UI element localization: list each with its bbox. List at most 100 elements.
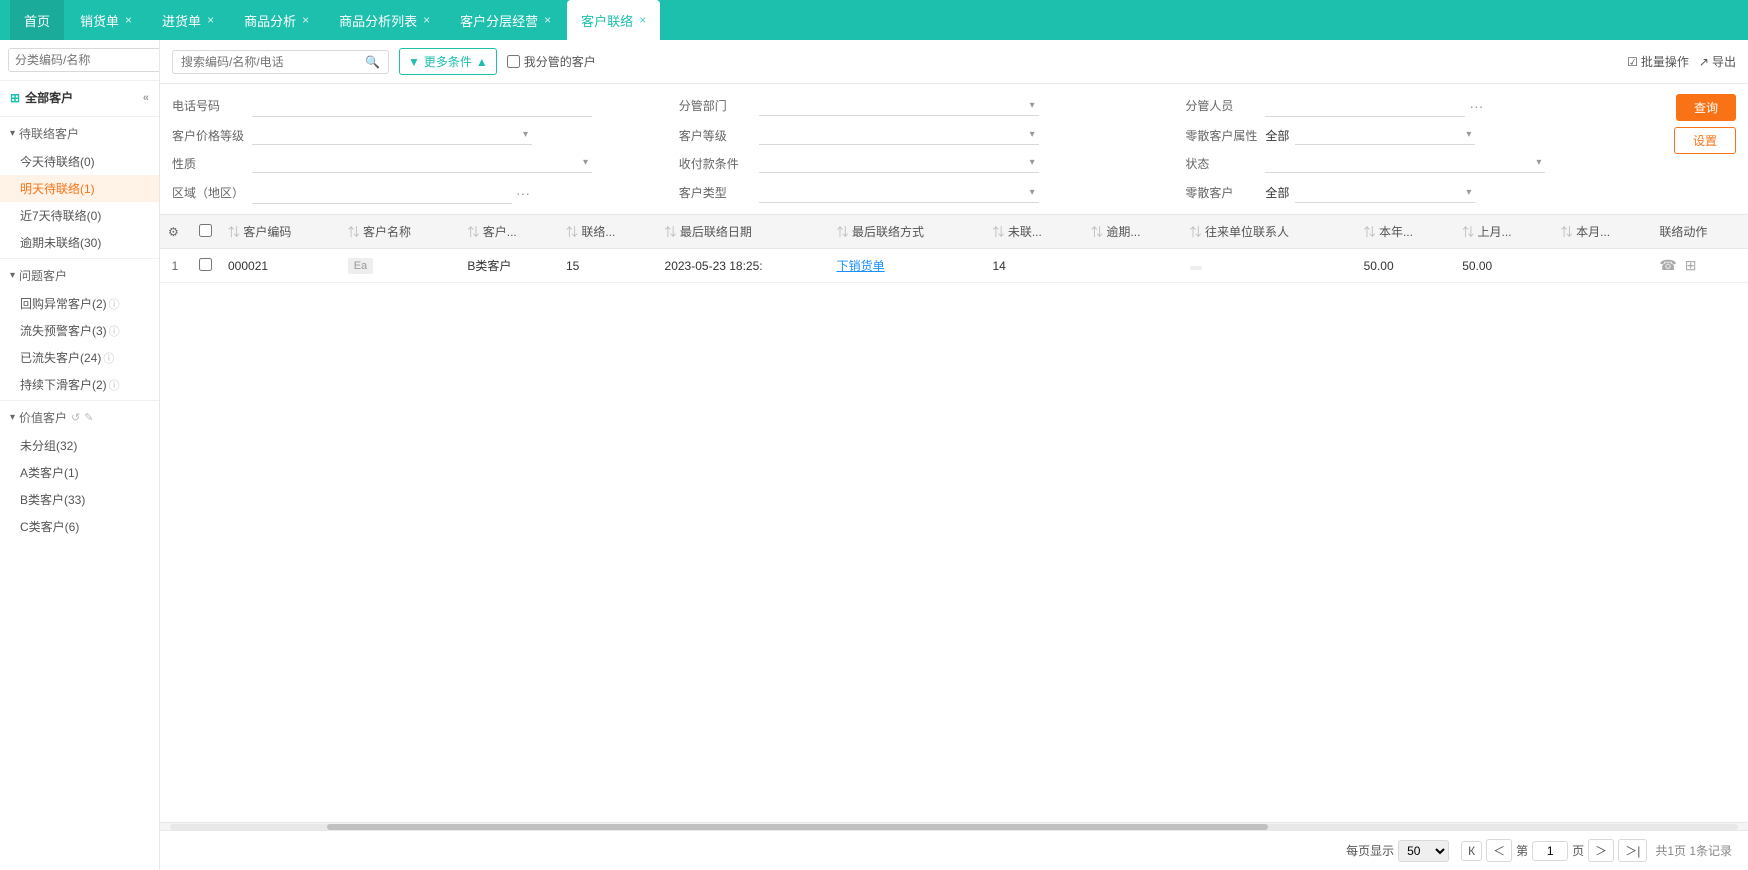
sidebar-item-repurchase-anomaly[interactable]: 回购异常客户(2) ⓘ <box>0 290 159 317</box>
nav-sales-close[interactable]: × <box>125 13 132 27</box>
th-check <box>190 215 220 249</box>
search-bar-right: ☑ 批量操作 ↗ 导出 <box>1627 53 1736 70</box>
sort-icon: ⇅ <box>1091 225 1103 239</box>
sidebar-item-c-class[interactable]: C类客户(6) <box>0 513 159 540</box>
filter-row-3: 性质 ▾ 收付款条件 ▾ <box>172 153 1646 173</box>
nav-product-list[interactable]: 商品分析列表 × <box>325 0 444 40</box>
sidebar-problem-customers-header[interactable]: 问题客户 <box>0 261 159 290</box>
td-contact-person <box>1182 249 1356 283</box>
filter-manager: 分管人员 ··· <box>1185 94 1646 117</box>
nav-purchase-close[interactable]: × <box>207 13 214 27</box>
refresh-icon[interactable]: ↺ <box>71 411 80 424</box>
chevron-down-icon: ▾ <box>1536 157 1541 168</box>
nav-home[interactable]: 首页 <box>10 0 64 40</box>
customer-table: ⚙ ⇅ 客户编码 ⇅ 客户名称 ⇅ 客户... ⇅ 联络... ⇅ 最后联络日期… <box>160 215 1748 283</box>
filter-customer-level: 客户等级 ▾ <box>679 125 1140 145</box>
prev-page-button[interactable]: ＜ <box>1486 839 1512 862</box>
nav-customer-tier-close[interactable]: × <box>544 13 551 27</box>
nav-product-analysis[interactable]: 商品分析 × <box>230 0 323 40</box>
sidebar-item-ungrouped[interactable]: 未分组(32) <box>0 432 159 459</box>
filter-status: 状态 ▾ <box>1185 153 1646 173</box>
more-filter-button[interactable]: ▼ 更多条件 ▲ <box>399 48 497 75</box>
sidebar-item-overdue[interactable]: 逾期未联络(30) <box>0 229 159 256</box>
filter-region-dots[interactable]: ··· <box>516 185 530 201</box>
filter-manager-input[interactable] <box>1265 94 1465 117</box>
filter-customer-level-select[interactable]: ▾ <box>759 125 1039 145</box>
th-name: ⇅ 客户名称 <box>340 215 460 249</box>
filter-retail-attr-label: 零散客户属性 <box>1185 127 1265 144</box>
edit-icon[interactable]: ✎ <box>84 411 93 424</box>
filter-retail-attr: 零散客户属性 全部 ▾ <box>1185 125 1646 145</box>
filter-payment-terms-select[interactable]: ▾ <box>759 153 1039 173</box>
sidebar-item-tomorrow[interactable]: 明天待联络(1) <box>0 175 159 202</box>
batch-op-button[interactable]: ☑ 批量操作 <box>1627 53 1689 70</box>
sidebar-item-declining[interactable]: 持续下滑客户(2) ⓘ <box>0 371 159 398</box>
sidebar-item-b-class[interactable]: B类客户(33) <box>0 486 159 513</box>
top-nav: 首页 销货单 × 进货单 × 商品分析 × 商品分析列表 × 客户分层经营 × … <box>0 0 1748 40</box>
nav-sales[interactable]: 销货单 × <box>66 0 146 40</box>
td-check <box>190 249 220 283</box>
next-page-button[interactable]: ＞ <box>1588 839 1614 862</box>
scrollbar-thumb[interactable] <box>327 824 1268 830</box>
query-button[interactable]: 查询 <box>1676 94 1736 121</box>
sort-icon: ⇅ <box>1190 225 1202 239</box>
horizontal-scrollbar[interactable] <box>160 822 1748 830</box>
sidebar-item-churned[interactable]: 已流失客户(24) ⓘ <box>0 344 159 371</box>
filter-price-level-select[interactable]: ▾ <box>252 125 532 145</box>
table-area: ⚙ ⇅ 客户编码 ⇅ 客户名称 ⇅ 客户... ⇅ 联络... ⇅ 最后联络日期… <box>160 215 1748 822</box>
td-overdue <box>1083 249 1182 283</box>
nav-customer-contact[interactable]: 客户联络 × <box>567 0 660 40</box>
sidebar-item-a-class[interactable]: A类客户(1) <box>0 459 159 486</box>
nav-customer-contact-close[interactable]: × <box>639 13 646 27</box>
filter-phone-input[interactable] <box>252 94 592 117</box>
filter-manager-dots[interactable]: ··· <box>1469 98 1483 114</box>
search-icon[interactable]: 🔍 <box>365 55 380 69</box>
sidebar-value-customers-header[interactable]: 价值客户 ↺ ✎ <box>0 403 159 432</box>
sidebar-search-area: 🔍 <box>0 40 159 81</box>
chevron-up-icon: ▲ <box>476 55 488 69</box>
filter-retail-attr-value: 全部 <box>1265 127 1289 144</box>
sidebar-all-customers[interactable]: ⊞ 全部客户 « <box>0 81 159 114</box>
row-checkbox[interactable] <box>199 258 212 271</box>
filter-retail-customer-select[interactable]: ▾ <box>1295 183 1475 203</box>
select-all-checkbox[interactable] <box>199 224 212 237</box>
sidebar-pending-contact-header[interactable]: 待联络客户 <box>0 119 159 148</box>
nav-product-list-close[interactable]: × <box>423 13 430 27</box>
sidebar-item-today[interactable]: 今天待联络(0) <box>0 148 159 175</box>
filter-customer-type-select[interactable]: ▾ <box>759 183 1039 203</box>
filter-dept-select[interactable]: ▾ <box>759 96 1039 116</box>
td-type: B类客户 <box>459 249 558 283</box>
sidebar-item-churn-warning[interactable]: 流失预警客户(3) ⓘ <box>0 317 159 344</box>
last-method-link[interactable]: 下销货单 <box>837 259 885 273</box>
reset-button[interactable]: 设置 <box>1674 127 1736 154</box>
filter-region: 区域（地区） ··· <box>172 181 633 204</box>
contact-person-masked <box>1190 266 1202 270</box>
filter-status-select[interactable]: ▾ <box>1265 153 1545 173</box>
th-overdue: ⇅ 逾期... <box>1083 215 1182 249</box>
first-page-button[interactable]: К <box>1461 841 1482 861</box>
page-label: 第 <box>1516 842 1528 859</box>
filter-nature-select[interactable]: ▾ <box>252 153 592 173</box>
last-page-button[interactable]: ＞| <box>1618 839 1647 862</box>
page-input[interactable] <box>1532 841 1568 861</box>
search-bar: 🔍 ▼ 更多条件 ▲ 我分管的客户 ☑ 批量操作 ↗ 导出 <box>160 40 1748 84</box>
filter-price-level: 客户价格等级 ▾ <box>172 125 633 145</box>
th-gear[interactable]: ⚙ <box>160 215 190 249</box>
filter-panel: 电话号码 分管部门 ▾ 分管人员 <box>160 84 1748 215</box>
search-input[interactable] <box>181 55 361 69</box>
sidebar-search-input[interactable] <box>8 48 160 72</box>
my-customers-checkbox[interactable] <box>507 55 520 68</box>
scrollbar-track <box>170 824 1738 830</box>
nav-purchase[interactable]: 进货单 × <box>148 0 228 40</box>
filter-region-input[interactable] <box>252 181 512 204</box>
nav-customer-tier[interactable]: 客户分层经营 × <box>446 0 565 40</box>
phone-action-icon[interactable]: ☎ <box>1659 257 1676 274</box>
filter-retail-attr-select[interactable]: ▾ <box>1295 125 1475 145</box>
th-type: ⇅ 客户... <box>459 215 558 249</box>
sidebar-item-7days[interactable]: 近7天待联络(0) <box>0 202 159 229</box>
page-size-select[interactable]: 50 20 100 200 <box>1398 840 1449 862</box>
footer: 每页显示 50 20 100 200 К ＜ 第 页 ＞ ＞| 共1页 1条记录 <box>160 830 1748 870</box>
export-button[interactable]: ↗ 导出 <box>1699 53 1736 70</box>
grid-action-icon[interactable]: ⊞ <box>1685 257 1697 274</box>
nav-product-analysis-close[interactable]: × <box>302 13 309 27</box>
